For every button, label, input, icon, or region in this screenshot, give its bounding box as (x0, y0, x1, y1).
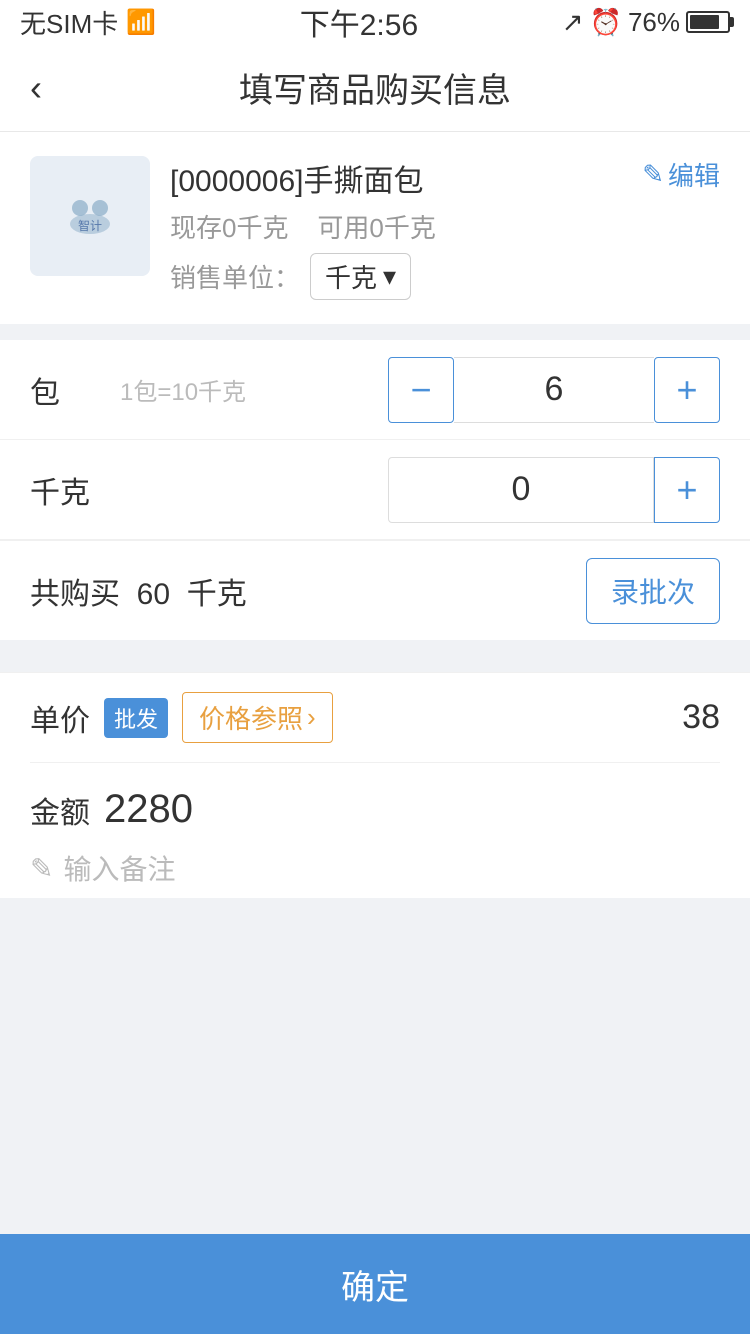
input-section: 包 1包=10千克 − + 千克 + (0, 340, 750, 540)
product-unit-row: 销售单位： 千克 ▾ (170, 253, 720, 300)
kg-label: 千克 (30, 468, 110, 512)
battery-icon (686, 11, 730, 33)
location-icon: ↗ (562, 7, 584, 38)
bao-hint: 1包=10千克 (120, 372, 388, 407)
unit-dropdown[interactable]: 千克 ▾ (310, 253, 411, 300)
alarm-icon: ⏰ (590, 7, 622, 38)
dropdown-arrow-icon: ▾ (383, 261, 396, 292)
kg-stepper: + (388, 457, 720, 523)
bao-plus-button[interactable]: + (654, 357, 720, 423)
content-spacer (0, 898, 750, 1278)
bao-label: 包 (30, 368, 110, 412)
price-label: 单价 (30, 696, 90, 740)
total-text: 共购买 60 千克 (30, 569, 247, 613)
bao-input-row: 包 1包=10千克 − + (0, 340, 750, 440)
price-value: 38 (682, 698, 720, 737)
price-section: 单价 批发 价格参照 › 38 (0, 672, 750, 763)
note-placeholder: 输入备注 (63, 848, 175, 888)
product-thumbnail: 智计 (30, 156, 150, 276)
note-row[interactable]: ✎ 输入备注 (30, 848, 720, 888)
kg-plus-button[interactable]: + (654, 457, 720, 523)
section-divider (0, 656, 750, 672)
note-icon: ✎ (30, 852, 53, 885)
back-button[interactable]: ‹ (30, 67, 42, 109)
product-logo-icon: 智计 (60, 186, 120, 246)
edit-icon: ✎ (642, 159, 664, 190)
status-right: ↗ ⏰ 76% (562, 7, 730, 38)
batch-button[interactable]: 录批次 (586, 558, 720, 624)
svg-text:智计: 智计 (78, 218, 102, 233)
product-section: 智计 [0000006]手撕面包 ✎ 编辑 现存0千克 可用0千克 销售单位： … (0, 132, 750, 324)
page-title: 填写商品购买信息 (239, 63, 511, 112)
wifi-icon: 📶 (126, 8, 156, 37)
price-tag-batch: 批发 (104, 698, 168, 738)
price-ref-arrow-icon: › (307, 702, 316, 733)
kg-value-input[interactable] (388, 457, 654, 523)
confirm-button[interactable]: 确定 (0, 1234, 750, 1334)
nav-bar: ‹ 填写商品购买信息 (0, 44, 750, 132)
amount-row: 金额 2280 (30, 787, 720, 832)
time-display: 下午2:56 (300, 0, 418, 44)
edit-button[interactable]: ✎ 编辑 (642, 156, 720, 193)
amount-section: 金额 2280 ✎ 输入备注 (0, 763, 750, 898)
bao-value-input[interactable] (454, 357, 654, 423)
product-info: [0000006]手撕面包 ✎ 编辑 现存0千克 可用0千克 销售单位： 千克 … (170, 156, 720, 300)
total-section: 共购买 60 千克 录批次 (0, 540, 750, 640)
product-name: [0000006]手撕面包 (170, 156, 423, 200)
battery-percent: 76% (628, 7, 680, 38)
total-amount: 60 (137, 578, 170, 611)
bao-stepper: − + (388, 357, 720, 423)
bao-minus-button[interactable]: − (388, 357, 454, 423)
amount-label: 金额 (30, 788, 90, 832)
price-row: 单价 批发 价格参照 › 38 (30, 673, 720, 763)
product-stock: 现存0千克 可用0千克 (170, 208, 720, 245)
amount-value: 2280 (104, 787, 193, 832)
status-bar: 无SIM卡 📶 下午2:56 ↗ ⏰ 76% (0, 0, 750, 44)
kg-input-row: 千克 + (0, 440, 750, 540)
carrier-text: 无SIM卡 (20, 4, 118, 41)
status-left: 无SIM卡 📶 (20, 4, 156, 41)
price-ref-button[interactable]: 价格参照 › (182, 692, 333, 743)
